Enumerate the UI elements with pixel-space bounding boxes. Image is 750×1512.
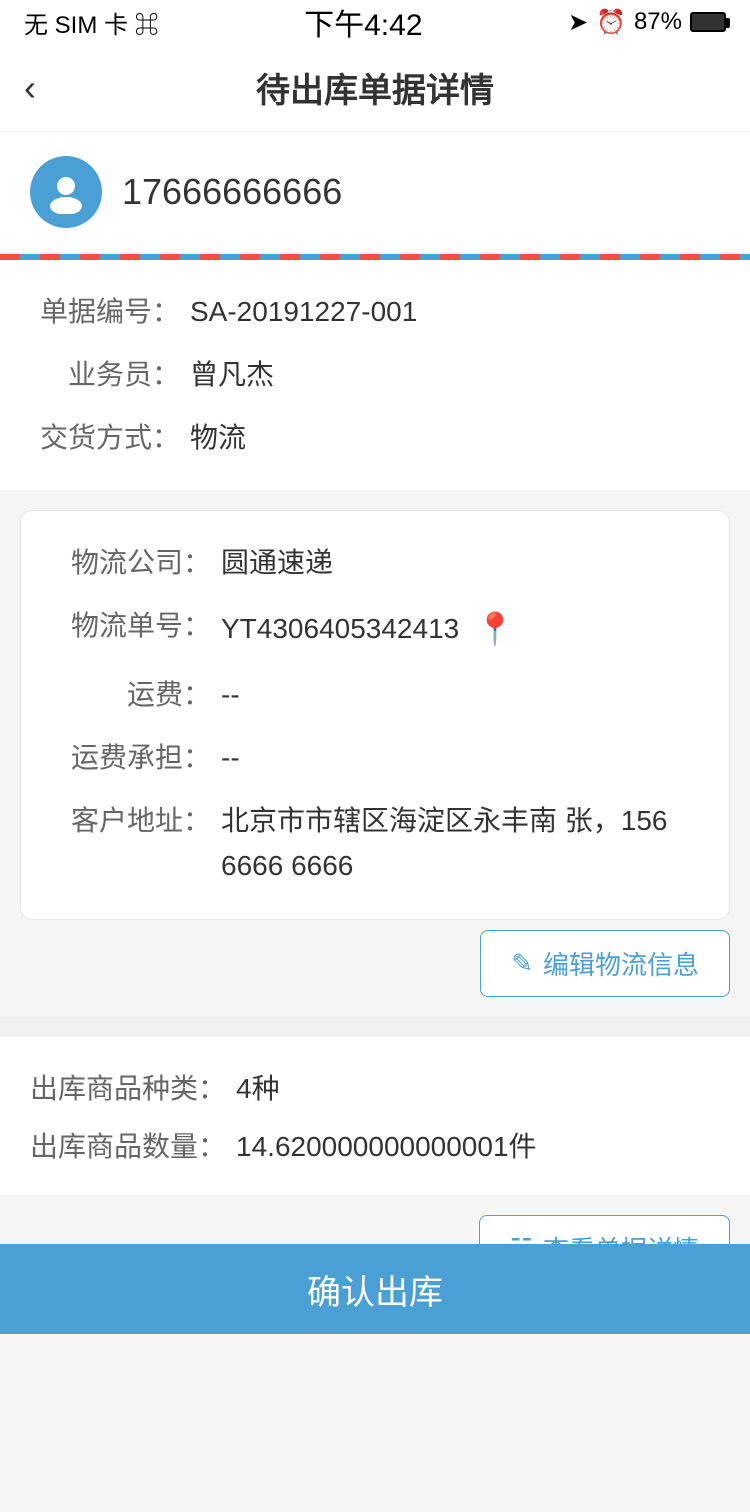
logistics-card: 物流公司： 圆通速递 物流单号： YT4306405342413 📍 运费： -… <box>20 510 730 919</box>
freight-bearer-value: -- <box>211 736 699 781</box>
freight-label: 运费： <box>51 673 211 718</box>
order-number-value: SA-20191227-001 <box>180 290 720 335</box>
status-right: ➤ ⏰ 87% <box>568 8 726 37</box>
goods-type-value: 4种 <box>226 1067 720 1107</box>
salesperson-row: 业务员： 曾凡杰 <box>30 353 720 398</box>
back-button[interactable]: ‹ <box>24 67 36 109</box>
tracking-number-value: YT4306405342413 📍 <box>211 604 699 655</box>
alarm-icon: ⏰ <box>596 8 626 37</box>
edit-button-label: 编辑物流信息 <box>543 945 699 982</box>
delivery-method-row: 交货方式： 物流 <box>30 416 720 461</box>
order-info-section: 单据编号： SA-20191227-001 业务员： 曾凡杰 交货方式： 物流 <box>0 260 750 490</box>
confirm-button-label: 确认出库 <box>307 1265 443 1314</box>
avatar <box>30 156 102 228</box>
bottom-spacer <box>0 1312 750 1512</box>
goods-section: 出库商品种类： 4种 出库商品数量： 14.620000000000001件 <box>0 1037 750 1195</box>
nav-bar: ‹ 待出库单据详情 <box>0 44 750 132</box>
salesperson-value: 曾凡杰 <box>180 353 720 398</box>
freight-row: 运费： -- <box>51 673 699 718</box>
freight-value: -- <box>211 673 699 718</box>
address-label: 客户地址： <box>51 799 211 844</box>
battery-icon <box>690 12 726 32</box>
status-bar: 无 SIM 卡 ⌘ 下午4:42 ➤ ⏰ 87% <box>0 0 750 44</box>
goods-type-row: 出库商品种类： 4种 <box>30 1067 720 1107</box>
logistics-company-row: 物流公司： 圆通速递 <box>51 541 699 586</box>
order-number-label: 单据编号： <box>30 290 180 335</box>
status-left: 无 SIM 卡 ⌘ <box>24 5 159 40</box>
customer-header: 17666666666 <box>0 132 750 252</box>
order-number-row: 单据编号： SA-20191227-001 <box>30 290 720 335</box>
freight-bearer-row: 运费承担： -- <box>51 736 699 781</box>
delivery-method-value: 物流 <box>180 416 720 461</box>
location-pin-icon[interactable]: 📍 <box>475 604 515 655</box>
edit-button-wrap: ✎ 编辑物流信息 <box>0 930 750 1017</box>
salesperson-label: 业务员： <box>30 353 180 398</box>
goods-type-label: 出库商品种类： <box>30 1067 226 1107</box>
delivery-method-label: 交货方式： <box>30 416 180 461</box>
logistics-company-value: 圆通速递 <box>211 541 699 586</box>
address-value: 北京市市辖区海淀区永丰南 张，156 6666 6666 <box>211 799 699 889</box>
status-time: 下午4:42 <box>304 0 422 44</box>
customer-phone: 17666666666 <box>122 171 342 213</box>
freight-bearer-label: 运费承担： <box>51 736 211 781</box>
location-status: ➤ <box>568 8 588 37</box>
goods-quantity-row: 出库商品数量： 14.620000000000001件 <box>30 1125 720 1165</box>
edit-icon: ✎ <box>511 948 533 979</box>
battery-text: 87% <box>634 8 682 36</box>
goods-quantity-label: 出库商品数量： <box>30 1125 226 1165</box>
confirm-button-bar[interactable]: 确认出库 <box>0 1244 750 1334</box>
address-row: 客户地址： 北京市市辖区海淀区永丰南 张，156 6666 6666 <box>51 799 699 889</box>
logistics-company-label: 物流公司： <box>51 541 211 586</box>
edit-logistics-button[interactable]: ✎ 编辑物流信息 <box>480 930 730 997</box>
goods-quantity-value: 14.620000000000001件 <box>226 1125 720 1165</box>
section-divider <box>0 1017 750 1037</box>
nav-title: 待出库单据详情 <box>256 63 494 112</box>
tracking-number-row: 物流单号： YT4306405342413 📍 <box>51 604 699 655</box>
tracking-number-label: 物流单号： <box>51 604 211 649</box>
